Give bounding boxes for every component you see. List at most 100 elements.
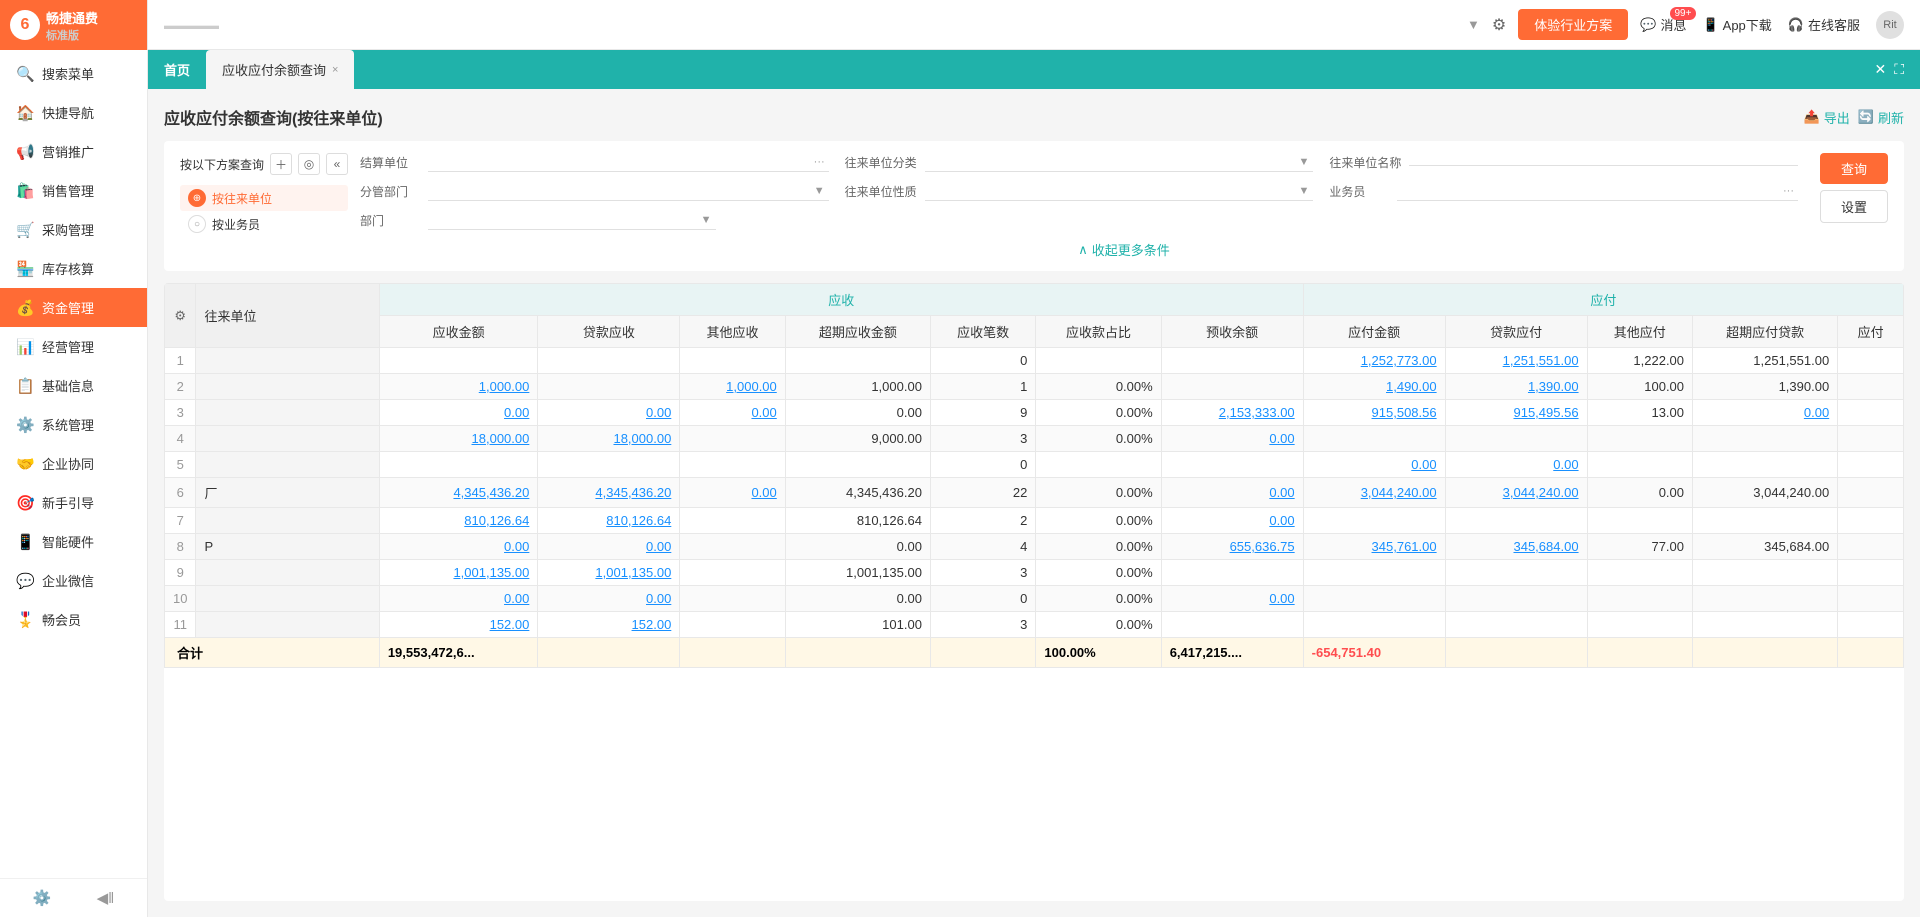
row-ap-loan (1445, 586, 1587, 612)
row-ar-amount[interactable]: 152.00 (379, 612, 538, 638)
row-ap-loan[interactable]: 3,044,240.00 (1445, 478, 1587, 508)
tab-home[interactable]: 首页 (148, 50, 206, 89)
row-ar-amount[interactable]: 18,000.00 (379, 426, 538, 452)
row-advance-balance[interactable]: 0.00 (1161, 508, 1303, 534)
row-ap-amount[interactable]: 0.00 (1303, 452, 1445, 478)
row-ar-other[interactable]: 1,000.00 (680, 374, 785, 400)
row-ap-amount (1303, 560, 1445, 586)
row-advance-balance[interactable]: 0.00 (1161, 426, 1303, 452)
row-ap-overdue-loan[interactable]: 0.00 (1693, 400, 1838, 426)
row-advance-balance[interactable]: 2,153,333.00 (1161, 400, 1303, 426)
salesperson-dots[interactable]: ··· (1783, 185, 1794, 197)
tab-close-icon[interactable]: × (332, 64, 338, 76)
row-ar-loan[interactable]: 0.00 (538, 534, 680, 560)
row-ar-amount[interactable]: 0.00 (379, 586, 538, 612)
collapse-filters-btn[interactable]: ∧ 收起更多条件 (1078, 240, 1170, 259)
row-ar-loan[interactable]: 810,126.64 (538, 508, 680, 534)
row-ar-loan[interactable]: 152.00 (538, 612, 680, 638)
row-ar-loan[interactable]: 4,345,436.20 (538, 478, 680, 508)
row-ap-amount[interactable]: 1,490.00 (1303, 374, 1445, 400)
sidebar-label-quick-nav: 快捷导航 (42, 103, 94, 122)
row-ar-loan[interactable]: 18,000.00 (538, 426, 680, 452)
messages-btn[interactable]: 💬 消息 99+ (1640, 15, 1686, 34)
sidebar-item-system[interactable]: ⚙️ 系统管理 (0, 405, 147, 444)
row-advance-balance[interactable]: 0.00 (1161, 478, 1303, 508)
add-filter-btn[interactable]: ＋ (270, 153, 292, 175)
row-ar-amount[interactable]: 0.00 (379, 400, 538, 426)
row-ar-amount[interactable]: 810,126.64 (379, 508, 538, 534)
sidebar-item-sales[interactable]: 🛍️ 销售管理 (0, 171, 147, 210)
sidebar-label-member: 畅会员 (42, 610, 81, 629)
tab-ar-balance[interactable]: 应收应付余额查询 × (206, 50, 354, 89)
sidebar-item-member[interactable]: 🎖️ 畅会员 (0, 600, 147, 639)
row-ap-amount[interactable]: 915,508.56 (1303, 400, 1445, 426)
row-ap-amount[interactable]: 3,044,240.00 (1303, 478, 1445, 508)
row-ar-ratio: 0.00% (1036, 612, 1161, 638)
maximize-window-icon[interactable]: ⛶ (1894, 61, 1904, 78)
online-service-btn[interactable]: 🎧 在线客服 (1788, 15, 1860, 34)
row-ap-loan (1445, 612, 1587, 638)
row-advance-balance[interactable]: 655,636.75 (1161, 534, 1303, 560)
row-ar-loan[interactable]: 0.00 (538, 586, 680, 612)
sidebar-collapse-btn[interactable]: ◀‖ (97, 889, 115, 907)
row-ap-loan[interactable]: 0.00 (1445, 452, 1587, 478)
row-ar-ratio: 0.00% (1036, 426, 1161, 452)
sidebar-item-enterprise[interactable]: 🤝 企业协同 (0, 444, 147, 483)
row-ar-amount[interactable]: 0.00 (379, 534, 538, 560)
sidebar-item-finance[interactable]: 💰 资金管理 (0, 288, 147, 327)
sidebar-label-search-menu: 搜索菜单 (42, 64, 94, 83)
row-ap-overdue-loan (1693, 452, 1838, 478)
settlement-unit-dots[interactable]: ··· (814, 156, 825, 168)
filter-option-salesperson[interactable]: ○ 按业务员 (180, 211, 348, 237)
sidebar-item-inventory[interactable]: 🏪 库存核算 (0, 249, 147, 288)
salesperson-option-label: 按业务员 (212, 216, 260, 233)
prev-filter-btn[interactable]: « (326, 153, 348, 175)
row-advance-balance[interactable]: 0.00 (1161, 586, 1303, 612)
breadcrumb-arrow[interactable]: ▼ (1467, 17, 1480, 32)
user-avatar[interactable]: Rit (1876, 11, 1904, 39)
row-ap-amount[interactable]: 345,761.00 (1303, 534, 1445, 560)
department-arrow[interactable]: ▼ (701, 214, 712, 226)
sidebar-item-purchase[interactable]: 🛒 采购管理 (0, 210, 147, 249)
row-ap-loan[interactable]: 1,251,551.00 (1445, 348, 1587, 374)
row-ar-loan (538, 452, 680, 478)
sidebar-item-operations[interactable]: 📊 经营管理 (0, 327, 147, 366)
supervising-dept-arrow[interactable]: ▼ (814, 185, 825, 197)
row-ar-loan[interactable]: 1,001,135.00 (538, 560, 680, 586)
export-button[interactable]: 📤 导出 (1804, 108, 1850, 127)
settings-button[interactable]: 设置 (1820, 190, 1888, 223)
sidebar-item-guide[interactable]: 🎯 新手引导 (0, 483, 147, 522)
edit-filter-btn[interactable]: ◎ (298, 153, 320, 175)
row-ar-amount[interactable]: 1,001,135.00 (379, 560, 538, 586)
row-ar-other[interactable]: 0.00 (680, 478, 785, 508)
app-download-btn[interactable]: 📱 App下载 (1702, 15, 1771, 34)
refresh-button[interactable]: 🔄 刷新 (1858, 108, 1904, 127)
solution-button[interactable]: 体验行业方案 (1518, 9, 1628, 40)
row-ap-loan[interactable]: 1,390.00 (1445, 374, 1587, 400)
row-ar-loan[interactable]: 0.00 (538, 400, 680, 426)
query-button[interactable]: 查询 (1820, 153, 1888, 184)
row-ar-overdue: 0.00 (785, 586, 930, 612)
row-ar-other[interactable]: 0.00 (680, 400, 785, 426)
row-ar-ratio: 0.00% (1036, 534, 1161, 560)
sidebar-item-search-menu[interactable]: 🔍 搜索菜单 (0, 54, 147, 93)
sidebar-item-wechat[interactable]: 💬 企业微信 (0, 561, 147, 600)
row-ap-loan[interactable]: 345,684.00 (1445, 534, 1587, 560)
sidebar-settings-btn[interactable]: ⚙️ (33, 889, 52, 907)
sidebar-item-marketing[interactable]: 📢 营销推广 (0, 132, 147, 171)
sidebar-footer: ⚙️ ◀‖ (0, 878, 147, 917)
sidebar-item-quick-nav[interactable]: 🏠 快捷导航 (0, 93, 147, 132)
sidebar-item-basic-info[interactable]: 📋 基础信息 (0, 366, 147, 405)
close-window-icon[interactable]: ✕ (1874, 61, 1886, 78)
topbar-gear-icon[interactable]: ⚙ (1492, 15, 1506, 35)
partner-nature-arrow[interactable]: ▼ (1298, 185, 1309, 197)
row-ar-amount[interactable]: 4,345,436.20 (379, 478, 538, 508)
table-settings-col[interactable]: ⚙ (165, 284, 196, 348)
row-ap-loan[interactable]: 915,495.56 (1445, 400, 1587, 426)
partner-category-arrow[interactable]: ▼ (1298, 156, 1309, 168)
row-ar-amount[interactable]: 1,000.00 (379, 374, 538, 400)
filter-area: 按以下方案查询 ＋ ◎ « ⊕ 按往来单位 ○ 按业务员 (164, 141, 1904, 271)
row-ap-amount[interactable]: 1,252,773.00 (1303, 348, 1445, 374)
sidebar-item-smart-hw[interactable]: 📱 智能硬件 (0, 522, 147, 561)
filter-option-partner[interactable]: ⊕ 按往来单位 (180, 185, 348, 211)
